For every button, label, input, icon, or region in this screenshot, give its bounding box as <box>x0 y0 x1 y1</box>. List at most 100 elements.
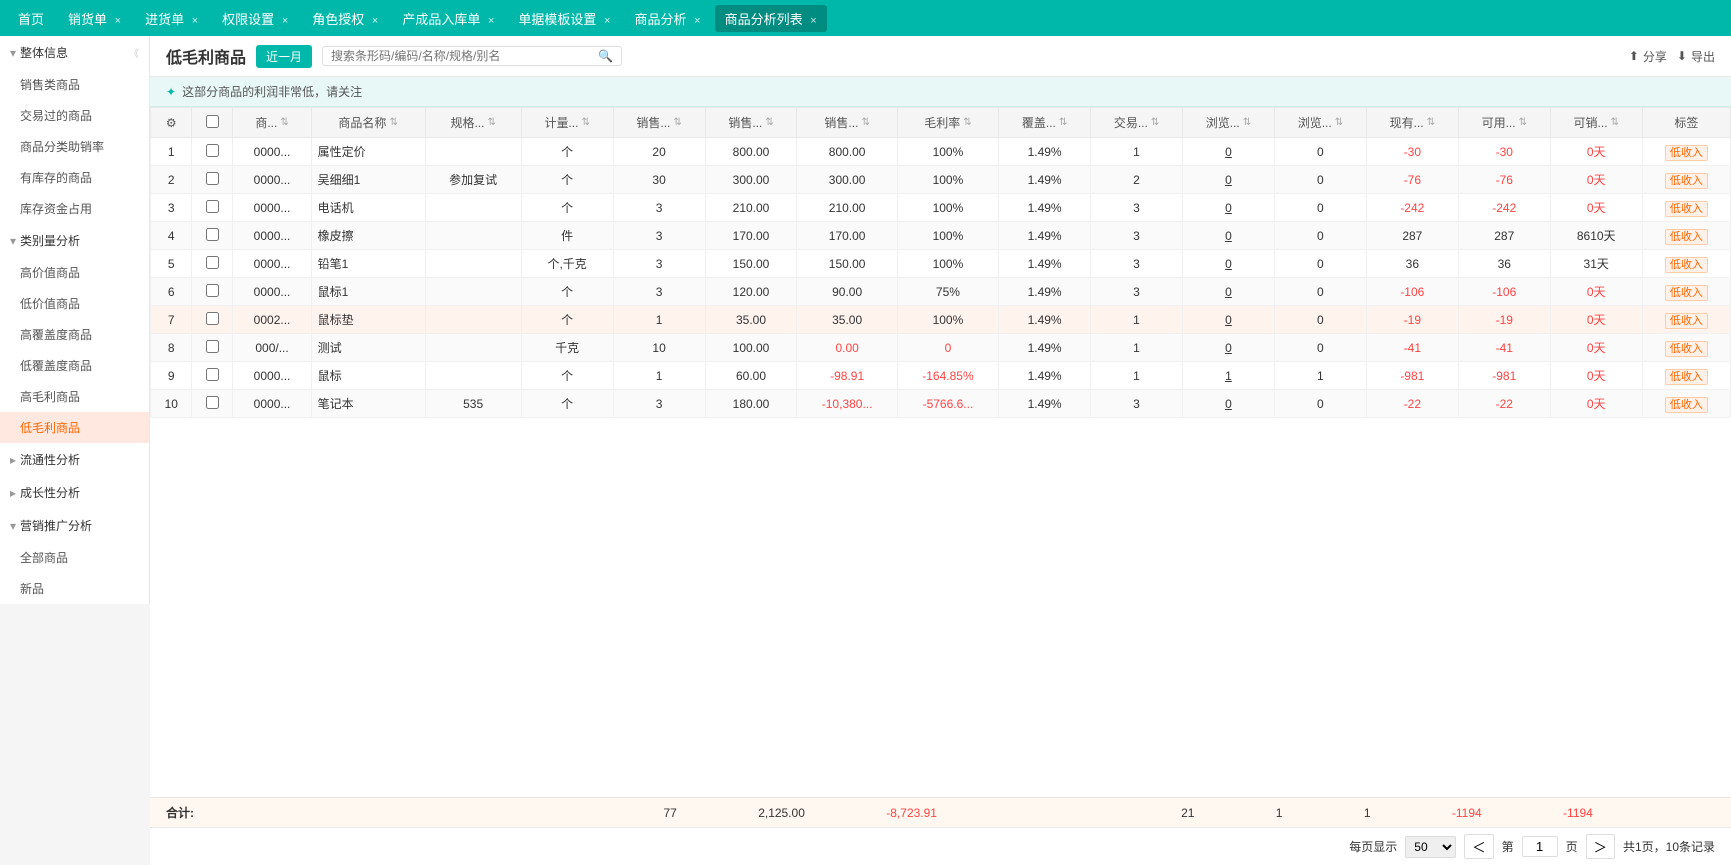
share-button[interactable]: ⬆ 分享 <box>1629 48 1667 65</box>
row-checkbox[interactable] <box>206 312 219 325</box>
col-transactions[interactable]: 交易...⇅ <box>1091 108 1183 138</box>
row-checkbox-cell[interactable] <box>192 222 233 250</box>
row-views1[interactable]: 0 <box>1182 390 1274 418</box>
settings-icon[interactable]: ⚙ <box>166 116 177 130</box>
col-sales-qty[interactable]: 销售...⇅ <box>613 108 705 138</box>
col-current-stock[interactable]: 现有...⇅ <box>1366 108 1458 138</box>
row-checkbox-cell[interactable] <box>192 138 233 166</box>
per-page-select[interactable]: 50 100 200 <box>1405 836 1456 858</box>
sidebar-group-category[interactable]: ▾ 类别量分析 <box>0 224 149 257</box>
row-views1[interactable]: 0 <box>1182 194 1274 222</box>
nav-home[interactable]: 首页 <box>8 5 54 32</box>
row-checkbox[interactable] <box>206 340 219 353</box>
col-views1[interactable]: 浏览...⇅ <box>1182 108 1274 138</box>
sidebar-item-high-margin[interactable]: 高毛利商品 <box>0 381 149 412</box>
nav-permissions-close[interactable]: × <box>282 15 288 27</box>
row-checkbox-cell[interactable] <box>192 250 233 278</box>
sidebar-item-category-rate[interactable]: 商品分类助销率 <box>0 131 149 162</box>
col-settings[interactable]: ⚙ <box>151 108 192 138</box>
page-input[interactable] <box>1522 836 1558 857</box>
select-all-checkbox[interactable] <box>206 115 219 128</box>
col-checkbox[interactable] <box>192 108 233 138</box>
nav-permissions[interactable]: 权限设置 × <box>212 5 298 32</box>
data-table-wrapper: ⚙ 商...⇅ 商品名称⇅ 规格...⇅ 计量...⇅ 销售...⇅ 销售...… <box>150 107 1731 797</box>
nav-sales[interactable]: 销货单 × <box>58 5 131 32</box>
nav-sales-close[interactable]: × <box>115 15 121 27</box>
col-gross-margin[interactable]: 毛利率⇅ <box>897 108 998 138</box>
sidebar-group-circulation[interactable]: ▸ 流通性分析 <box>0 443 149 476</box>
row-views1[interactable]: 1 <box>1182 362 1274 390</box>
col-spec[interactable]: 规格...⇅ <box>425 108 521 138</box>
row-checkbox[interactable] <box>206 396 219 409</box>
sidebar-group-growth[interactable]: ▸ 成长性分析 <box>0 476 149 509</box>
row-checkbox[interactable] <box>206 284 219 297</box>
row-checkbox[interactable] <box>206 172 219 185</box>
row-views1[interactable]: 0 <box>1182 166 1274 194</box>
sidebar-item-low-value[interactable]: 低价值商品 <box>0 288 149 319</box>
col-available[interactable]: 可用...⇅ <box>1458 108 1550 138</box>
row-views1[interactable]: 0 <box>1182 138 1274 166</box>
nav-goods-analysis-close[interactable]: × <box>694 15 700 27</box>
next-page-button[interactable]: ＞ <box>1586 834 1615 859</box>
sidebar-item-high-value[interactable]: 高价值商品 <box>0 257 149 288</box>
nav-templates[interactable]: 单据模板设置 × <box>508 5 620 32</box>
nav-purchase-close[interactable]: × <box>192 15 198 27</box>
row-coverage: 1.49% <box>999 166 1091 194</box>
row-views1[interactable]: 0 <box>1182 222 1274 250</box>
row-views1[interactable]: 0 <box>1182 334 1274 362</box>
search-input[interactable] <box>331 49 598 63</box>
sidebar-item-all-goods[interactable]: 全部商品 <box>0 542 149 573</box>
sidebar-item-traded-goods[interactable]: 交易过的商品 <box>0 100 149 131</box>
col-name[interactable]: 商品名称⇅ <box>311 108 425 138</box>
sidebar-item-high-coverage[interactable]: 高覆盖度商品 <box>0 319 149 350</box>
row-checkbox-cell[interactable] <box>192 390 233 418</box>
row-checkbox[interactable] <box>206 256 219 269</box>
export-button[interactable]: ⬇ 导出 <box>1677 48 1715 65</box>
prev-page-button[interactable]: ＜ <box>1464 834 1493 859</box>
row-checkbox-cell[interactable] <box>192 166 233 194</box>
row-tag: 低收入 <box>1642 306 1730 334</box>
sidebar-item-in-stock[interactable]: 有库存的商品 <box>0 162 149 193</box>
row-views1[interactable]: 0 <box>1182 250 1274 278</box>
col-coverage[interactable]: 覆盖...⇅ <box>999 108 1091 138</box>
data-table: ⚙ 商...⇅ 商品名称⇅ 规格...⇅ 计量...⇅ 销售...⇅ 销售...… <box>150 107 1731 418</box>
sidebar-group-overall[interactable]: ▾ 整体信息 《 <box>0 36 149 69</box>
row-checkbox-cell[interactable] <box>192 306 233 334</box>
row-checkbox[interactable] <box>206 144 219 157</box>
row-checkbox[interactable] <box>206 228 219 241</box>
row-checkbox-cell[interactable] <box>192 362 233 390</box>
row-checkbox-cell[interactable] <box>192 334 233 362</box>
nav-roles[interactable]: 角色授权 × <box>302 5 388 32</box>
sidebar-item-low-margin[interactable]: 低毛利商品 <box>0 412 149 443</box>
sidebar-item-sales-goods[interactable]: 销售类商品 <box>0 69 149 100</box>
col-code[interactable]: 商...⇅ <box>233 108 311 138</box>
nav-goods-analysis-list-close[interactable]: × <box>810 15 816 27</box>
col-sales-price[interactable]: 销售...⇅ <box>705 108 797 138</box>
nav-goods-analysis[interactable]: 商品分析 × <box>624 5 710 32</box>
sidebar-item-capital[interactable]: 库存资金占用 <box>0 193 149 224</box>
row-checkbox-cell[interactable] <box>192 194 233 222</box>
col-sales-profit[interactable]: 销售...⇅ <box>797 108 897 138</box>
row-views1[interactable]: 0 <box>1182 278 1274 306</box>
row-views1[interactable]: 0 <box>1182 306 1274 334</box>
col-unit[interactable]: 计量...⇅ <box>521 108 613 138</box>
sidebar-item-new-goods[interactable]: 新品 <box>0 573 149 604</box>
row-checkbox[interactable] <box>206 200 219 213</box>
row-checkbox[interactable] <box>206 368 219 381</box>
nav-goods-analysis-list[interactable]: 商品分析列表 × <box>715 5 827 32</box>
search-icon[interactable]: 🔍 <box>598 49 613 63</box>
time-filter-button[interactable]: 近一月 <box>256 45 312 68</box>
nav-products-close[interactable]: × <box>488 15 494 27</box>
sidebar-group-marketing[interactable]: ▾ 营销推广分析 <box>0 509 149 542</box>
col-saleable[interactable]: 可销...⇅ <box>1550 108 1642 138</box>
nav-products[interactable]: 产成品入库单 × <box>392 5 504 32</box>
row-checkbox-cell[interactable] <box>192 278 233 306</box>
nav-purchase[interactable]: 进货单 × <box>135 5 208 32</box>
sidebar-item-low-coverage[interactable]: 低覆盖度商品 <box>0 350 149 381</box>
nav-roles-close[interactable]: × <box>372 15 378 27</box>
nav-templates-close[interactable]: × <box>604 15 610 27</box>
col-views2[interactable]: 浏览...⇅ <box>1274 108 1366 138</box>
row-views2: 0 <box>1274 250 1366 278</box>
row-current-stock: 36 <box>1366 250 1458 278</box>
collapse-icon[interactable]: 《 <box>129 45 139 60</box>
